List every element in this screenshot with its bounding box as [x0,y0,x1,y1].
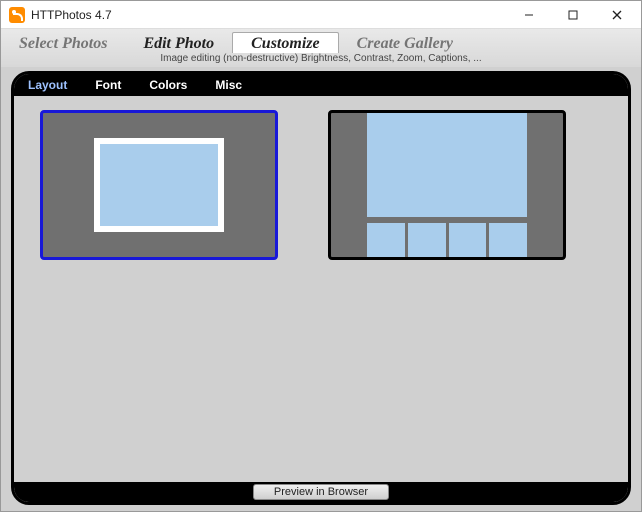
tab-edit-photo[interactable]: Edit Photo [125,35,232,53]
panel-footer: Preview in Browser [14,482,628,502]
minimize-button[interactable] [507,2,551,28]
tab-customize[interactable]: Customize [232,32,338,53]
content-area: Layout Font Colors Misc [1,67,641,511]
layout-preview-frame [94,138,224,232]
preview-in-browser-button[interactable]: Preview in Browser [253,484,389,500]
app-icon [9,7,25,23]
layout-preview-main [367,113,527,217]
sub-tabs: Layout Font Colors Misc [14,74,628,96]
app-window: HTTPhotos 4.7 Select Photos Edit Photo C… [0,0,642,512]
layout-preview-thumb [489,221,527,257]
layout-preview-thumb [408,221,446,257]
layout-preview-thumbs [367,221,527,257]
window-controls [507,2,639,28]
layout-preview-image [100,144,218,226]
subtab-font[interactable]: Font [95,78,121,92]
layout-option-thumbnails[interactable] [328,110,566,260]
layout-option-single[interactable] [40,110,278,260]
subtab-layout[interactable]: Layout [28,78,67,92]
main-tabs: Select Photos Edit Photo Customize Creat… [1,29,641,53]
customize-panel: Layout Font Colors Misc [11,71,631,505]
layout-options [14,96,628,482]
tab-select-photos[interactable]: Select Photos [1,35,125,53]
maximize-button[interactable] [551,2,595,28]
tab-create-gallery[interactable]: Create Gallery [339,35,471,53]
layout-preview-thumb [449,221,487,257]
layout-preview-thumb [367,221,405,257]
toolbar-subtitle: Image editing (non-destructive) Brightne… [1,53,641,67]
subtab-misc[interactable]: Misc [215,78,242,92]
window-title: HTTPhotos 4.7 [31,8,507,22]
close-button[interactable] [595,2,639,28]
main-toolbar: Select Photos Edit Photo Customize Creat… [1,29,641,67]
titlebar: HTTPhotos 4.7 [1,1,641,29]
subtab-colors[interactable]: Colors [149,78,187,92]
